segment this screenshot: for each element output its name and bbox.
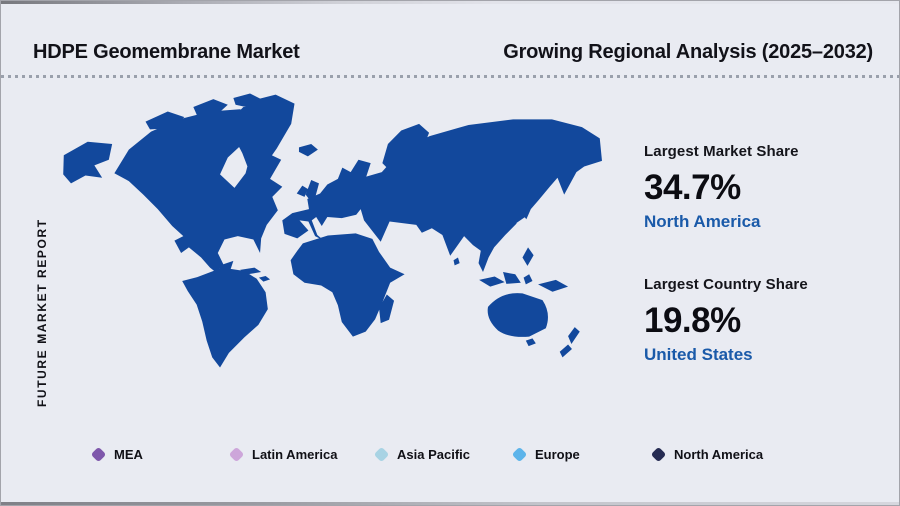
report-subtitle: Growing Regional Analysis (2025–2032) [503, 41, 873, 63]
stat-label: Largest Country Share [644, 276, 808, 293]
legend-dot-icon [373, 446, 390, 463]
legend-item-label: MEA [114, 447, 143, 462]
world-map [61, 89, 617, 381]
legend-dot-icon [228, 446, 245, 463]
header: HDPE Geomembrane Market Growing Regional… [33, 41, 873, 64]
stats-panel: Largest Market Share 34.7% North America… [644, 143, 884, 409]
legend-item-label: Asia Pacific [397, 447, 470, 462]
legend-item-north-america: North America [650, 446, 764, 463]
world-map-svg [63, 93, 602, 368]
legend-item-label: Latin America [252, 447, 338, 462]
stat-value: 19.8% [644, 301, 741, 340]
country-share-stat: Largest Country Share 19.8% United State… [644, 276, 884, 365]
legend-dot-icon [511, 446, 528, 463]
report-title: HDPE Geomembrane Market [33, 41, 300, 63]
bottom-edge-shadow [1, 502, 899, 505]
legend-item-latin-america: Latin America [228, 446, 338, 463]
legend: MEA Latin America Asia Pacific Europe No… [1, 446, 899, 469]
market-share-stat: Largest Market Share 34.7% North America [644, 143, 884, 232]
legend-item-mea: MEA [90, 446, 143, 463]
brand-vertical-label: FUTURE MARKET REPORT [35, 218, 49, 408]
legend-item-label: North America [674, 447, 764, 462]
stat-region: United States [644, 345, 753, 364]
top-edge-shadow [1, 1, 899, 4]
legend-dot-icon [650, 446, 667, 463]
dotted-divider [1, 75, 899, 78]
stat-region: North America [644, 212, 761, 231]
legend-item-asia-pacific: Asia Pacific [373, 446, 470, 463]
legend-item-label: Europe [535, 447, 580, 462]
legend-item-europe: Europe [511, 446, 580, 463]
stat-value: 34.7% [644, 168, 741, 207]
legend-dot-icon [90, 446, 107, 463]
stat-label: Largest Market Share [644, 143, 799, 160]
infographic-canvas: HDPE Geomembrane Market Growing Regional… [0, 0, 900, 506]
world-map-landmass [63, 93, 602, 368]
